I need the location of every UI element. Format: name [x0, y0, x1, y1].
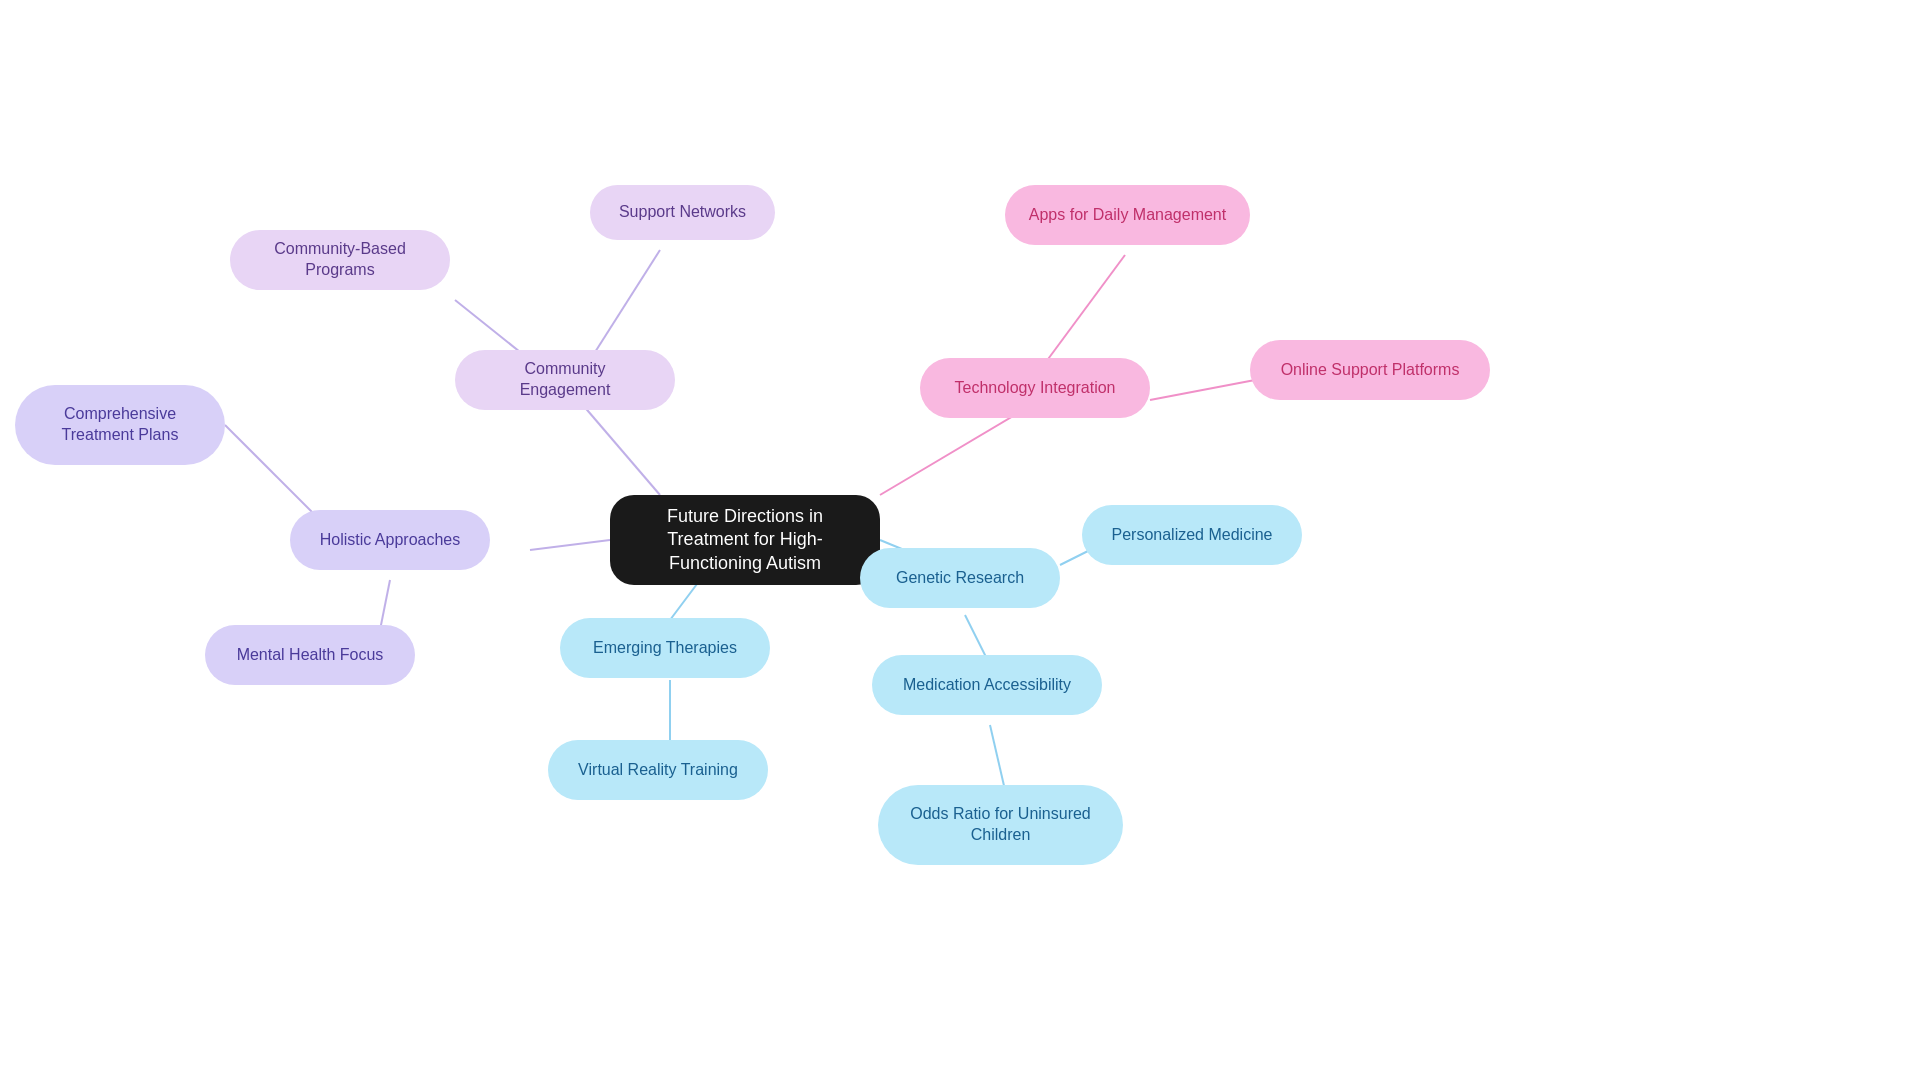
svg-line-8: [1150, 380, 1255, 400]
comprehensive-treatment-node: Comprehensive Treatment Plans: [15, 385, 225, 465]
community-programs-node: Community-Based Programs: [230, 230, 450, 290]
odds-ratio-node: Odds Ratio for Uninsured Children: [878, 785, 1123, 865]
online-support-platforms-node: Online Support Platforms: [1250, 340, 1490, 400]
genetic-research-node: Genetic Research: [860, 548, 1060, 608]
apps-daily-management-node: Apps for Daily Management: [1005, 185, 1250, 245]
svg-line-0: [530, 540, 610, 550]
emerging-therapies-node: Emerging Therapies: [560, 618, 770, 678]
svg-line-12: [1060, 550, 1090, 565]
svg-line-2: [380, 580, 390, 630]
mental-health-node: Mental Health Focus: [205, 625, 415, 685]
svg-line-9: [670, 580, 700, 620]
support-networks-node: Support Networks: [590, 185, 775, 240]
personalized-medicine-node: Personalized Medicine: [1082, 505, 1302, 565]
technology-integration-node: Technology Integration: [920, 358, 1150, 418]
medication-accessibility-node: Medication Accessibility: [872, 655, 1102, 715]
vr-training-node: Virtual Reality Training: [548, 740, 768, 800]
svg-line-7: [1040, 255, 1125, 370]
center-node: Future Directions in Treatment for High-…: [610, 495, 880, 585]
svg-line-5: [590, 250, 660, 360]
community-engagement-node: Community Engagement: [455, 350, 675, 410]
svg-line-14: [990, 725, 1005, 790]
holistic-approaches-node: Holistic Approaches: [290, 510, 490, 570]
